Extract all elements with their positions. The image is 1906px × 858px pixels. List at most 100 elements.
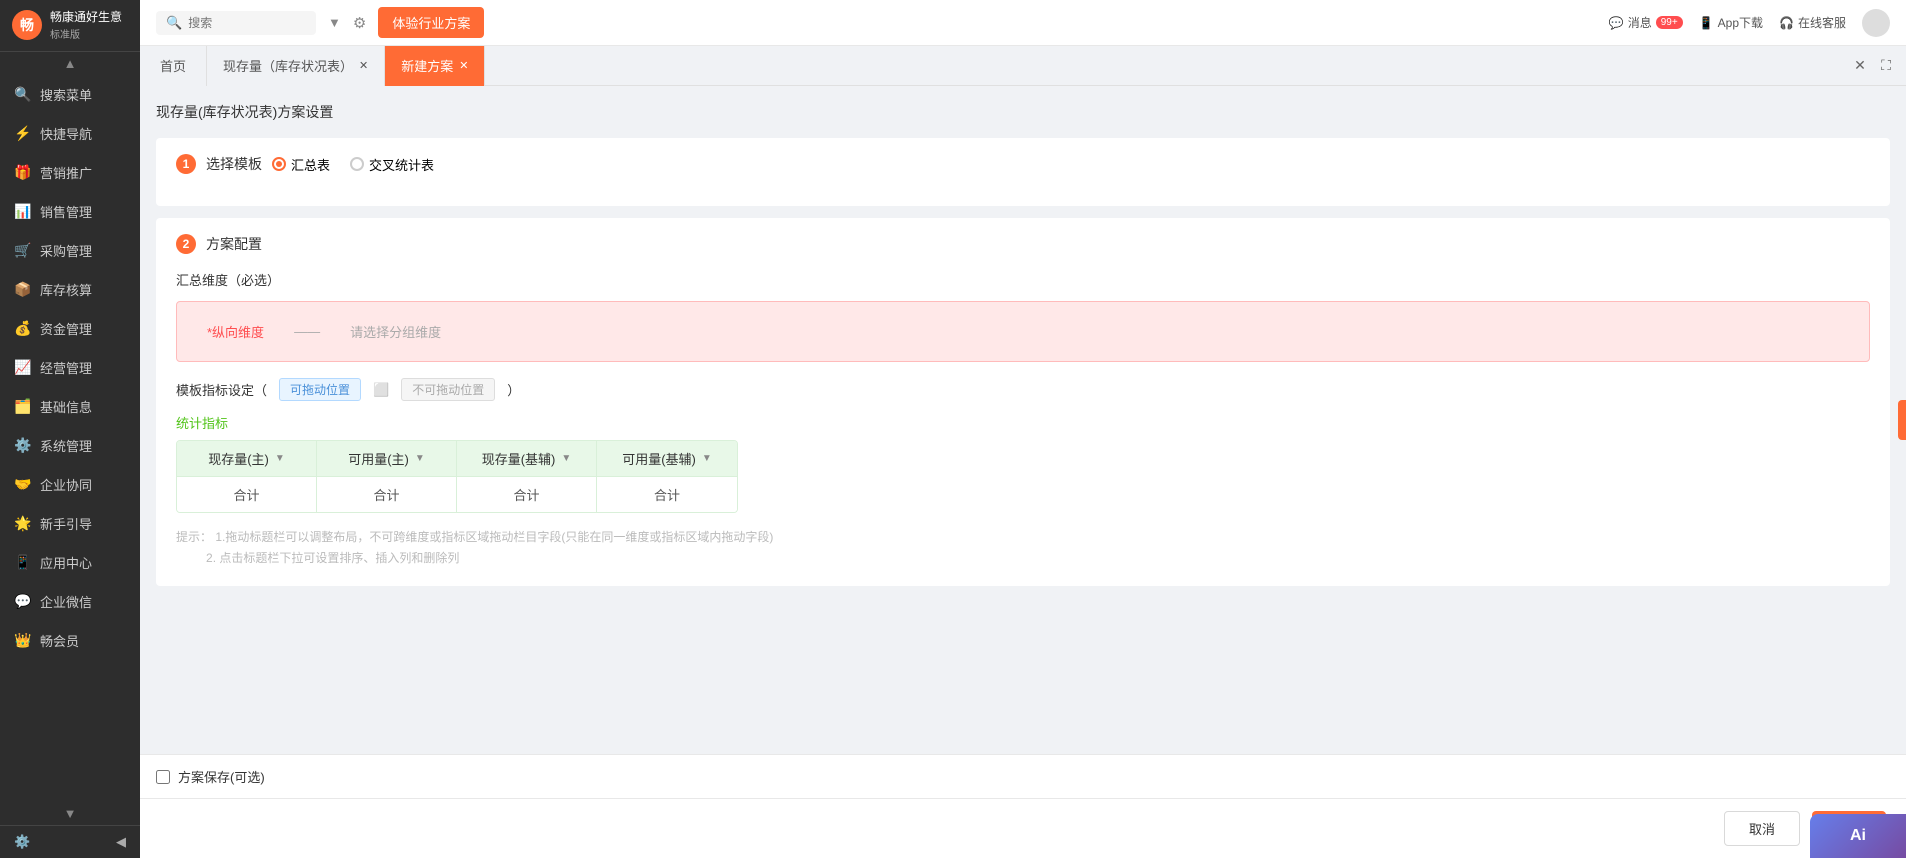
stats-col4-data: 合计 bbox=[597, 476, 737, 512]
app-name: 畅康通好生意 bbox=[50, 10, 122, 26]
sidebar-logo: 畅 畅康通好生意 标准版 bbox=[0, 0, 140, 52]
tab-home-label: 首页 bbox=[160, 56, 186, 75]
topbar-dropdown-icon[interactable]: ▼ bbox=[328, 15, 341, 30]
app-download-btn[interactable]: 📱 App下载 bbox=[1699, 14, 1763, 31]
message-label: 消息 bbox=[1628, 14, 1652, 31]
summary-dimension-label: 汇总维度（必选） bbox=[176, 270, 1870, 289]
sidebar-item-purchase[interactable]: 🛒 采购管理 bbox=[0, 231, 140, 270]
tips-section: 提示： 1.拖动标题栏可以调整布局，不可跨维度或指标区域拖动栏目字段(只能在同一… bbox=[176, 528, 1870, 566]
indicator-tag-separator: ⬜ bbox=[373, 382, 389, 398]
sidebar-item-coop[interactable]: 🤝 企业协同 bbox=[0, 465, 140, 504]
col4-chevron-icon: ▼ bbox=[702, 453, 712, 464]
tab-new-scheme-close[interactable]: ✕ bbox=[459, 59, 468, 72]
sidebar-collapse-icon[interactable]: ◀ bbox=[116, 834, 126, 850]
tab-new-scheme-label: 新建方案 bbox=[401, 56, 453, 75]
search-box[interactable]: 🔍 bbox=[156, 11, 316, 35]
tips-content-2: 2. 点击标题栏下拉可设置排序、插入列和删除列 bbox=[206, 551, 459, 565]
sidebar-item-label-quicknav: 快捷导航 bbox=[40, 124, 92, 143]
save-label: 方案保存(可选) bbox=[178, 767, 265, 786]
tips-text-2 bbox=[176, 551, 203, 565]
wechat-icon: 💬 bbox=[14, 592, 32, 610]
search-input[interactable] bbox=[188, 16, 308, 30]
stats-section-label: 统计指标 bbox=[176, 413, 1870, 432]
tab-new-scheme[interactable]: 新建方案 ✕ bbox=[385, 46, 485, 86]
sidebar-item-label-apps: 应用中心 bbox=[40, 553, 92, 572]
sidebar-item-wechat[interactable]: 💬 企业微信 bbox=[0, 582, 140, 621]
topbar: 🔍 ▼ ⚙ 体验行业方案 💬 消息 99+ 📱 App下载 🎧 在线客服 bbox=[140, 0, 1906, 46]
sidebar-item-label-coop: 企业协同 bbox=[40, 475, 92, 494]
tab-inventory-label: 现存量（库存状况表） bbox=[223, 56, 353, 75]
radio-summary[interactable]: 汇总表 bbox=[272, 155, 330, 174]
tab-inventory[interactable]: 现存量（库存状况表） ✕ bbox=[207, 46, 385, 86]
sidebar-scroll-up[interactable]: ▲ bbox=[0, 52, 140, 75]
save-row: 方案保存(可选) bbox=[140, 754, 1906, 798]
col1-chevron-icon: ▼ bbox=[275, 453, 285, 464]
non-draggable-tag: 不可拖动位置 bbox=[401, 378, 495, 401]
sidebar-item-search[interactable]: 🔍 搜索菜单 bbox=[0, 75, 140, 114]
tips-text-1: 1.拖动标题栏可以调整布局，不可跨维度或指标区域拖动栏目字段(只能在同一维度或指… bbox=[215, 530, 773, 544]
finance-icon: 💰 bbox=[14, 319, 32, 337]
sidebar-item-basic[interactable]: 🗂️ 基础信息 bbox=[0, 387, 140, 426]
app-logo-icon: 畅 bbox=[12, 10, 42, 40]
sidebar-item-label-purchase: 采购管理 bbox=[40, 241, 92, 260]
purchase-icon: 🛒 bbox=[14, 241, 32, 259]
tips-item-1: 提示： 1.拖动标题栏可以调整布局，不可跨维度或指标区域拖动栏目字段(只能在同一… bbox=[176, 528, 1870, 545]
dimension-dash: —— bbox=[294, 324, 320, 339]
topbar-settings-icon[interactable]: ⚙ bbox=[353, 14, 366, 32]
sales-icon: 📊 bbox=[14, 202, 32, 220]
stats-col2-label: 可用量(主) bbox=[348, 449, 409, 468]
message-icon: 💬 bbox=[1609, 16, 1624, 30]
page-title: 现存量(库存状况表)方案设置 bbox=[156, 102, 1890, 122]
radio-cross[interactable]: 交叉统计表 bbox=[350, 155, 434, 174]
app-download-label: App下载 bbox=[1718, 14, 1763, 31]
stats-col2-header[interactable]: 可用量(主) ▼ bbox=[317, 441, 457, 476]
content-area: 现存量(库存状况表)方案设置 1 选择模板 汇总表 交叉统计表 bbox=[140, 86, 1906, 754]
sidebar-item-member[interactable]: 👑 畅会员 bbox=[0, 621, 140, 660]
sidebar-settings-icon[interactable]: ⚙️ bbox=[14, 834, 30, 850]
stats-col1-header[interactable]: 现存量(主) ▼ bbox=[177, 441, 317, 476]
sidebar-item-marketing[interactable]: 🎁 营销推广 bbox=[0, 153, 140, 192]
window-close-btn[interactable]: ✕ bbox=[1848, 54, 1872, 78]
ai-button[interactable]: Ai bbox=[1810, 814, 1906, 858]
sidebar-item-label-marketing: 营销推广 bbox=[40, 163, 92, 182]
sidebar-item-sales[interactable]: 📊 销售管理 bbox=[0, 192, 140, 231]
sidebar-item-finance[interactable]: 💰 资金管理 bbox=[0, 309, 140, 348]
stats-col1-summary: 合计 bbox=[233, 485, 259, 504]
sidebar-item-apps[interactable]: 📱 应用中心 bbox=[0, 543, 140, 582]
sidebar-scroll-down[interactable]: ▼ bbox=[0, 802, 140, 825]
stats-col4-header[interactable]: 可用量(基辅) ▼ bbox=[597, 441, 737, 476]
tab-inventory-close[interactable]: ✕ bbox=[359, 59, 368, 72]
cancel-button[interactable]: 取消 bbox=[1724, 811, 1800, 846]
resize-handle[interactable] bbox=[1898, 400, 1906, 440]
user-avatar[interactable] bbox=[1862, 9, 1890, 37]
col2-chevron-icon: ▼ bbox=[415, 453, 425, 464]
system-icon: ⚙️ bbox=[14, 436, 32, 454]
footer-bar: 取消 查询 bbox=[140, 798, 1906, 858]
radio-summary-circle bbox=[272, 157, 286, 171]
sidebar-item-system[interactable]: ⚙️ 系统管理 bbox=[0, 426, 140, 465]
tab-home[interactable]: 首页 bbox=[140, 46, 207, 86]
sidebar-item-inventory[interactable]: 📦 库存核算 bbox=[0, 270, 140, 309]
marketing-icon: 🎁 bbox=[14, 163, 32, 181]
stats-col3-label: 现存量(基辅) bbox=[482, 449, 556, 468]
indicator-settings-label: 模板指标设定（ bbox=[176, 380, 267, 399]
sidebar-item-label-newbie: 新手引导 bbox=[40, 514, 92, 533]
sidebar: 畅 畅康通好生意 标准版 ▲ 🔍 搜索菜单 ⚡ 快捷导航 🎁 营销推广 📊 销售… bbox=[0, 0, 140, 858]
save-checkbox[interactable] bbox=[156, 770, 170, 784]
stats-col3-header[interactable]: 现存量(基辅) ▼ bbox=[457, 441, 597, 476]
message-btn[interactable]: 💬 消息 99+ bbox=[1609, 14, 1683, 31]
tips-item-2: 2. 点击标题栏下拉可设置排序、插入列和删除列 bbox=[176, 549, 1870, 566]
app-version: 标准版 bbox=[50, 26, 122, 41]
window-expand-btn[interactable]: ⛶ bbox=[1874, 54, 1898, 78]
template-radio-group: 汇总表 交叉统计表 bbox=[272, 155, 434, 174]
indicator-settings-row: 模板指标设定（ 可拖动位置 ⬜ 不可拖动位置 ） bbox=[176, 378, 1870, 401]
industry-btn[interactable]: 体验行业方案 bbox=[378, 7, 484, 38]
sidebar-item-operations[interactable]: 📈 经营管理 bbox=[0, 348, 140, 387]
stats-col2-data: 合计 bbox=[317, 476, 457, 512]
indicator-settings-close: ） bbox=[507, 380, 520, 399]
search-icon: 🔍 bbox=[14, 85, 32, 103]
sidebar-item-quicknav[interactable]: ⚡ 快捷导航 bbox=[0, 114, 140, 153]
online-service-btn[interactable]: 🎧 在线客服 bbox=[1779, 14, 1846, 31]
sidebar-item-newbie[interactable]: 🌟 新手引导 bbox=[0, 504, 140, 543]
draggable-tag: 可拖动位置 bbox=[279, 378, 361, 401]
